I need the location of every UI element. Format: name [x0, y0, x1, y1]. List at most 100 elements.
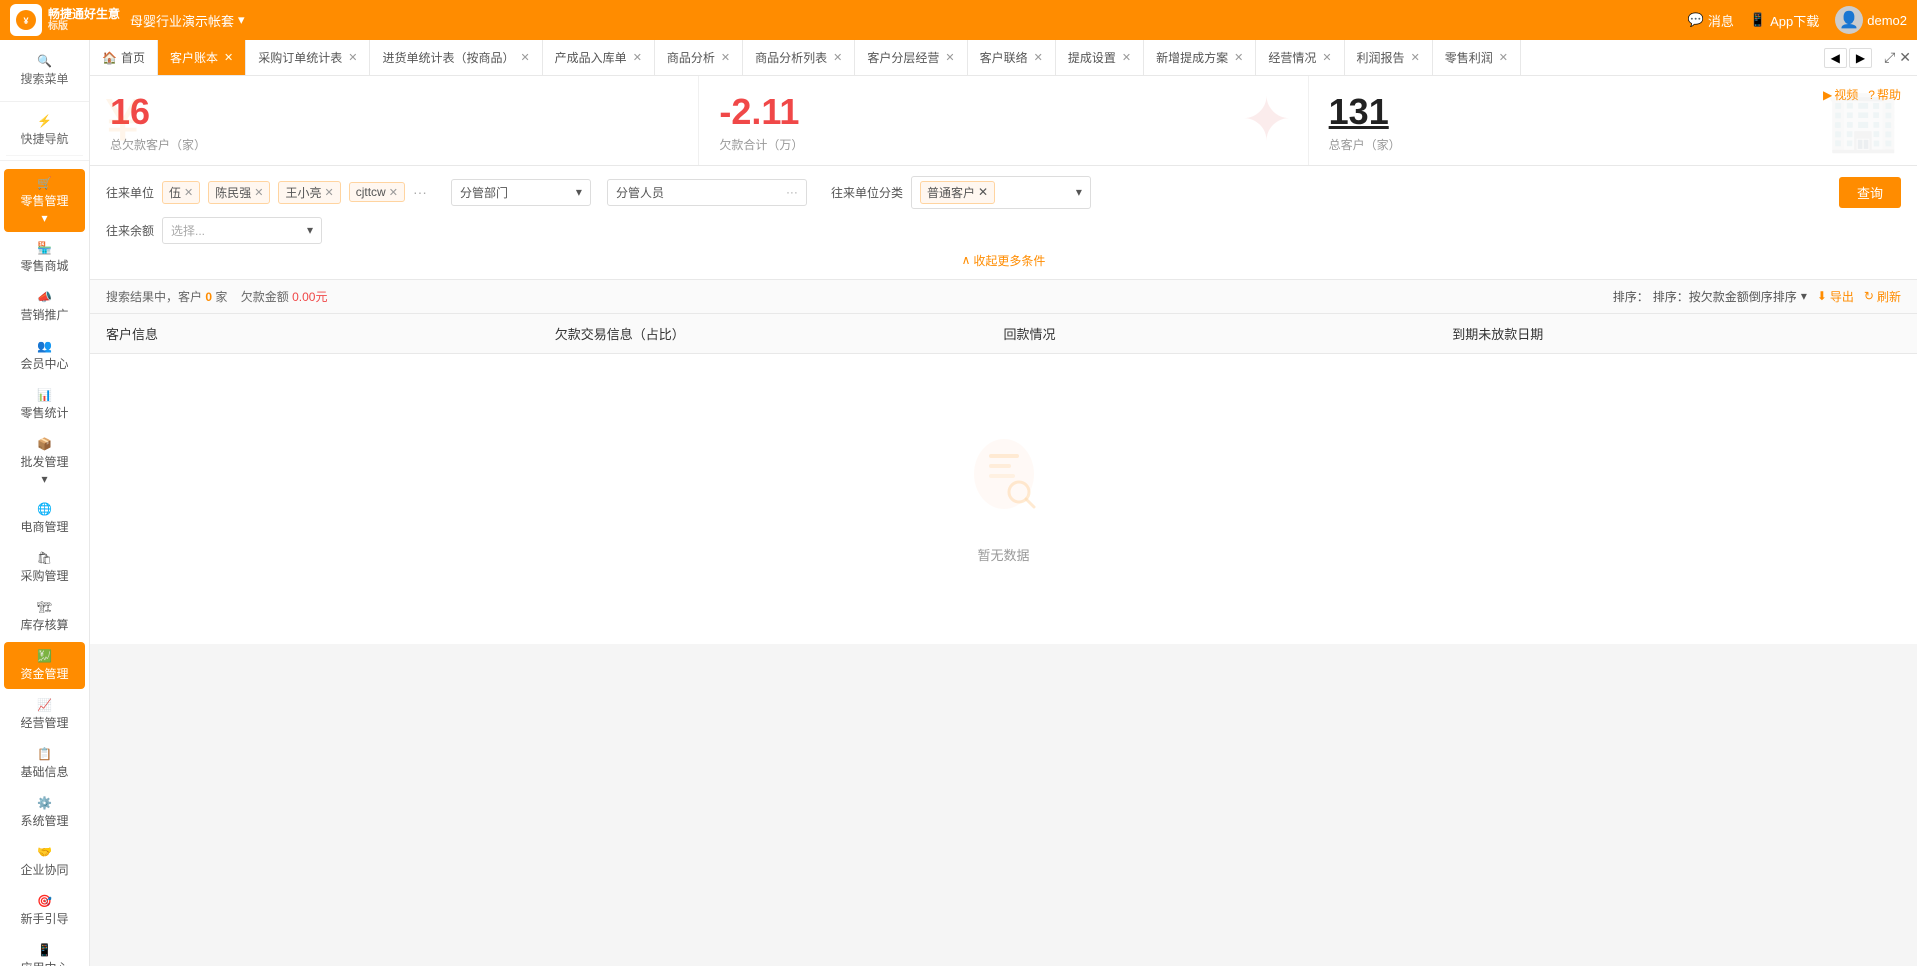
- quick-nav-btn[interactable]: ⚡ 快捷导航: [6, 106, 83, 156]
- sidebar-item-base-info[interactable]: 📋 基础信息: [4, 740, 85, 787]
- debt-total-label: 欠款合计（万）: [719, 136, 803, 153]
- filter-tag-chen: 陈民强 ✕: [208, 181, 270, 204]
- tab-inventory-stats[interactable]: 进货单统计表（按商品） ✕: [370, 40, 542, 76]
- search-menu-btn[interactable]: 🔍 搜索菜单: [6, 48, 83, 93]
- sidebar-item-coop[interactable]: 🤝 企业协同: [4, 838, 85, 885]
- dept-placeholder: 分管部门: [460, 184, 508, 201]
- close-class-tag-btn[interactable]: ✕: [978, 185, 988, 199]
- total-customers-all: 131: [1329, 92, 1389, 132]
- tab-customer-contact[interactable]: 客户联络 ✕: [968, 40, 1056, 76]
- sidebar-item-app-center[interactable]: 📱 应用中心: [4, 936, 85, 966]
- tab-navigation: ◀ ▶: [1818, 48, 1878, 68]
- tab-product-list[interactable]: 商品分析列表 ✕: [743, 40, 855, 76]
- tab-improve-settings[interactable]: 提成设置 ✕: [1056, 40, 1144, 76]
- person-ellipsis[interactable]: ···: [786, 185, 798, 199]
- sidebar-item-new-guide[interactable]: 🎯 新手引导: [4, 887, 85, 934]
- main-layout: 🔍 搜索菜单 ⚡ 快捷导航 🛒 零售管理 ▾ 🏪 零售商城: [0, 40, 1917, 966]
- sort-chevron-icon: ▾: [1801, 289, 1807, 303]
- stat-top-right-actions: ▶ 视频 ? 帮助: [1823, 86, 1901, 103]
- sidebar-item-purchase[interactable]: 🛍 采购管理: [4, 544, 85, 591]
- debt-amount: 0.00元: [292, 290, 327, 304]
- more-tags-btn[interactable]: ···: [413, 184, 427, 200]
- close-wang-btn[interactable]: ✕: [325, 186, 334, 199]
- sidebar: 🔍 搜索菜单 ⚡ 快捷导航 🛒 零售管理 ▾ 🏪 零售商城: [0, 40, 90, 966]
- tabs-bar: 🏠 首页 客户账本 ✕ 采购订单统计表 ✕ 进货单统计表（按商品） ✕ 产成品入…: [90, 40, 1917, 76]
- help-link[interactable]: ? 帮助: [1868, 86, 1901, 103]
- data-table: 客户信息 欠款交易信息（占比） 回款情况 到期未放款日期: [90, 314, 1917, 644]
- tab-close-profit[interactable]: ✕: [1411, 51, 1420, 64]
- tab-close-all-btn[interactable]: ✕: [1899, 49, 1911, 66]
- tab-expand-btn[interactable]: ⤢: [1884, 49, 1895, 66]
- message-btn[interactable]: 💬 消息: [1688, 11, 1734, 30]
- export-btn[interactable]: ⬇ 导出: [1817, 288, 1854, 305]
- avatar: 👤: [1835, 6, 1863, 34]
- tab-product-analysis[interactable]: 商品分析 ✕: [655, 40, 743, 76]
- app-download-btn[interactable]: 📱 App下载: [1750, 11, 1819, 30]
- tab-biz-status[interactable]: 经营情况 ✕: [1256, 40, 1344, 76]
- close-cjttcw-btn[interactable]: ✕: [389, 186, 398, 199]
- col-header-repay: 回款情况: [1004, 324, 1453, 343]
- sidebar-item-retail-stats[interactable]: 📊 零售统计: [4, 381, 85, 428]
- content-area: 🏠 首页 客户账本 ✕ 采购订单统计表 ✕ 进货单统计表（按商品） ✕ 产成品入…: [90, 40, 1917, 966]
- tab-profit-report[interactable]: 利润报告 ✕: [1345, 40, 1433, 76]
- tab-close-purchase[interactable]: ✕: [348, 51, 357, 64]
- filter-tag-wu: 伍 ✕: [162, 181, 200, 204]
- query-button[interactable]: 查询: [1839, 177, 1901, 208]
- sidebar-item-finance[interactable]: 💹 资金管理: [4, 642, 85, 689]
- tab-prev-btn[interactable]: ◀: [1824, 48, 1847, 68]
- balance-select[interactable]: 选择... ▾: [162, 217, 322, 244]
- tab-next-btn[interactable]: ▶: [1849, 48, 1872, 68]
- sidebar-item-marketing[interactable]: 📣 营销推广: [4, 283, 85, 330]
- close-wu-btn[interactable]: ✕: [184, 186, 193, 199]
- tab-close-inventory[interactable]: ✕: [520, 51, 529, 64]
- tab-actions: ⤢ ✕: [1878, 49, 1917, 66]
- sidebar-section: 🛒 零售管理 ▾ 🏪 零售商城 📣 营销推广 👥 会员中心 📊: [0, 161, 89, 966]
- tab-close-retail-profit[interactable]: ✕: [1499, 51, 1508, 64]
- balance-chevron-icon: ▾: [307, 223, 313, 237]
- total-label: 总客户（家）: [1329, 136, 1401, 153]
- person-select[interactable]: 分管人员 ···: [607, 179, 807, 206]
- tab-home[interactable]: 🏠 首页: [90, 40, 158, 76]
- tab-new-improve[interactable]: 新增提成方案 ✕: [1144, 40, 1256, 76]
- sidebar-item-member[interactable]: 👥 会员中心: [4, 332, 85, 379]
- collapse-btn[interactable]: ∧ 收起更多条件: [962, 252, 1046, 269]
- video-link[interactable]: ▶ 视频: [1823, 86, 1858, 103]
- tab-produce[interactable]: 产成品入库单 ✕: [543, 40, 655, 76]
- account-dropdown[interactable]: 母婴行业演示帐套 ▾: [120, 11, 1688, 30]
- message-icon: 💬: [1688, 12, 1704, 28]
- tab-close-improve[interactable]: ✕: [1122, 51, 1131, 64]
- sidebar-item-ops[interactable]: 📈 经营管理: [4, 691, 85, 738]
- tab-customer-book[interactable]: 客户账本 ✕: [158, 40, 246, 76]
- sidebar-item-sys[interactable]: ⚙️ 系统管理: [4, 789, 85, 836]
- tab-purchase-order[interactable]: 采购订单统计表 ✕: [246, 40, 370, 76]
- tab-close-cust-contact[interactable]: ✕: [1034, 51, 1043, 64]
- unit-class-select[interactable]: 普通客户 ✕ ▾: [911, 176, 1091, 209]
- tab-customer-segment[interactable]: 客户分层经营 ✕: [855, 40, 967, 76]
- sidebar-item-retail-mgmt[interactable]: 🛒 零售管理 ▾: [4, 169, 85, 232]
- tab-close-prod-analysis[interactable]: ✕: [721, 51, 730, 64]
- filter-section: 往来单位 伍 ✕ 陈民强 ✕ 王小亮 ✕: [90, 166, 1917, 280]
- empty-text: 暂无数据: [977, 545, 1029, 564]
- sort-select[interactable]: 排序： 排序：按欠款金额倒序排序 ▾: [1613, 288, 1807, 305]
- table-header: 客户信息 欠款交易信息（占比） 回款情况 到期未放款日期: [90, 314, 1917, 354]
- close-chen-btn[interactable]: ✕: [254, 186, 263, 199]
- tab-close-customer-book[interactable]: ✕: [224, 51, 233, 64]
- tab-close-cust-seg[interactable]: ✕: [945, 51, 954, 64]
- filter-tag-cjttcw: cjttcw ✕: [349, 182, 405, 202]
- sidebar-item-inventory[interactable]: 🏗 库存核算: [4, 593, 85, 640]
- tab-close-prod-list[interactable]: ✕: [833, 51, 842, 64]
- unit-class-label: 往来单位分类: [831, 184, 903, 201]
- user-profile[interactable]: 👤 demo2: [1835, 6, 1907, 34]
- sidebar-item-batch-mgmt[interactable]: 📦 批发管理 ▾: [4, 430, 85, 493]
- tab-close-produce[interactable]: ✕: [633, 51, 642, 64]
- sidebar-item-ecommerce[interactable]: 🌐 电商管理: [4, 495, 85, 542]
- tab-close-biz[interactable]: ✕: [1322, 51, 1331, 64]
- refresh-btn[interactable]: ↻ 刷新: [1864, 288, 1901, 305]
- dept-select[interactable]: 分管部门 ▾: [451, 179, 591, 206]
- tab-retail-profit[interactable]: 零售利润 ✕: [1433, 40, 1521, 76]
- debt-total-value: -2.11: [719, 92, 799, 132]
- download-icon: 📱: [1750, 12, 1766, 28]
- sidebar-item-retail-shop[interactable]: 🏪 零售商城: [4, 234, 85, 281]
- tab-close-new-improve[interactable]: ✕: [1234, 51, 1243, 64]
- play-icon: ▶: [1823, 88, 1832, 102]
